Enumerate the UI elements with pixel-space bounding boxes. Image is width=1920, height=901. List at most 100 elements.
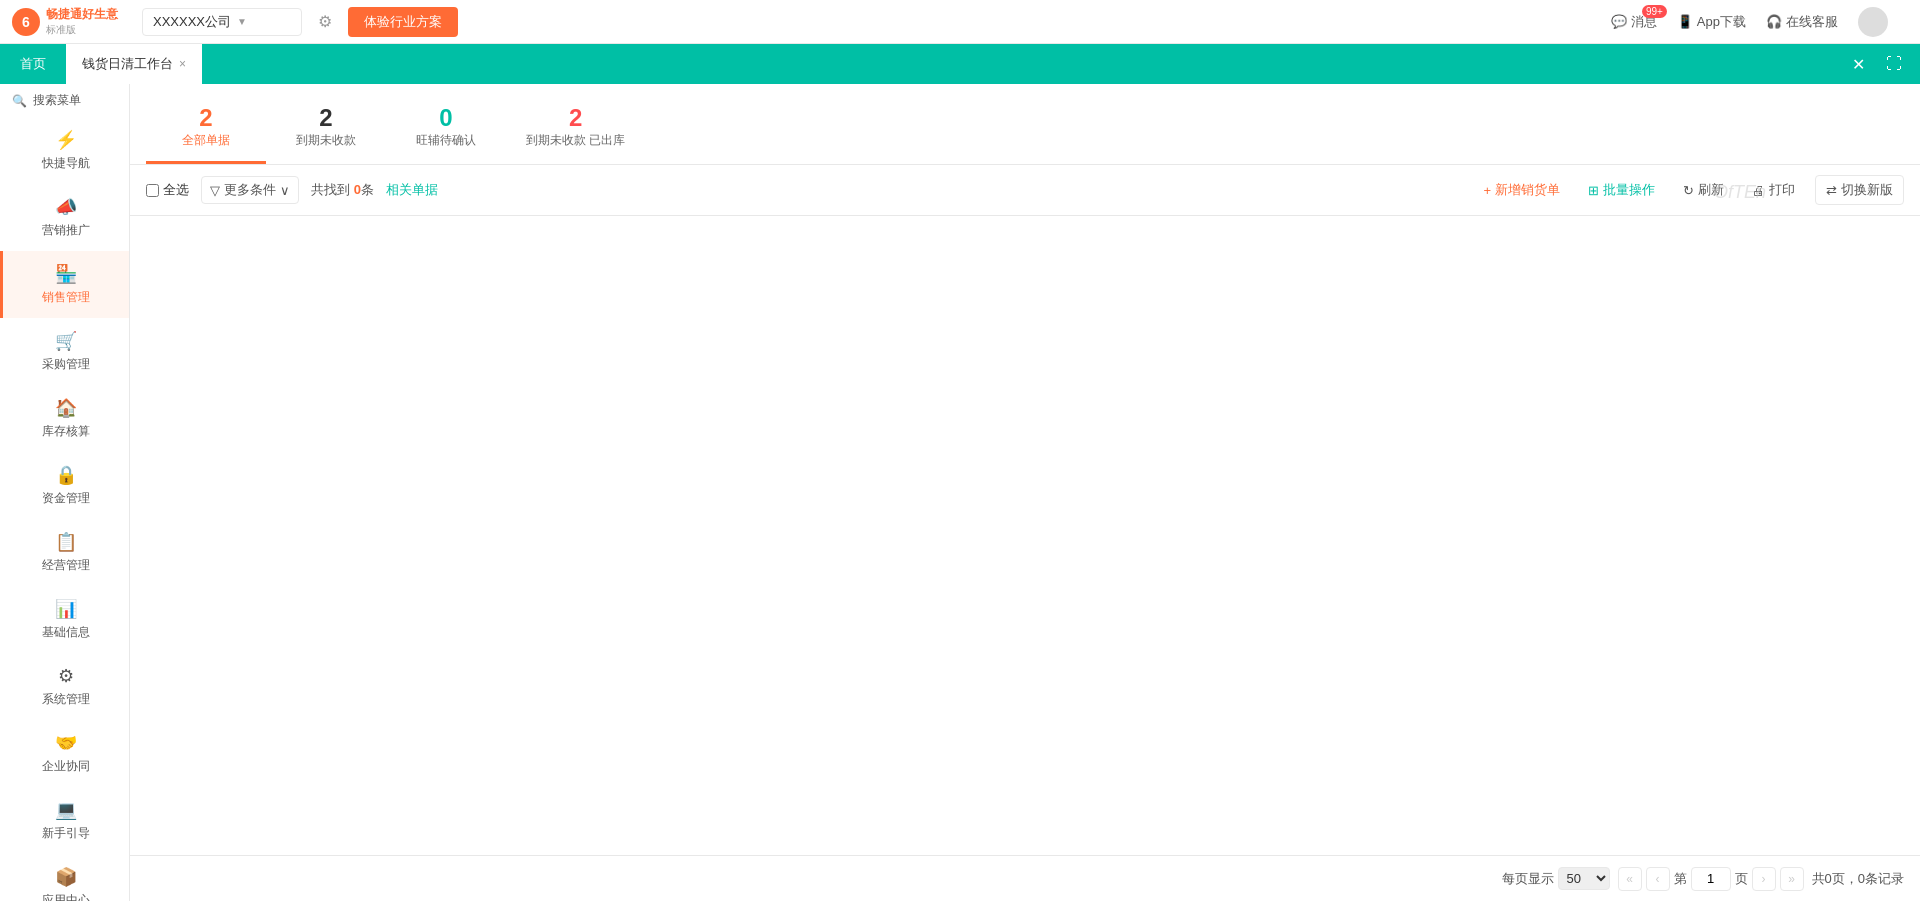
- per-page-label: 每页显示: [1502, 870, 1554, 888]
- page-suffix: 页: [1735, 870, 1748, 888]
- guide-icon: 💻: [55, 799, 77, 821]
- page-nav: « ‹ 第 页 › »: [1618, 867, 1804, 891]
- page-size-select: 每页显示 50 100 200: [1502, 867, 1610, 890]
- stat-tab-overdue[interactable]: 2 到期未收款: [266, 96, 386, 164]
- gear-icon: ⚙: [318, 12, 332, 31]
- service-icon: 🎧: [1766, 14, 1782, 29]
- sidebar-item-sales[interactable]: 🏪 销售管理: [0, 251, 129, 318]
- logo-area: 6 畅捷通好生意 标准版: [12, 7, 142, 36]
- filter-dropdown-icon: ∨: [280, 183, 290, 198]
- sidebar-label-marketing: 营销推广: [42, 222, 90, 239]
- found-count: 0: [354, 182, 361, 197]
- sidebar-item-app-center[interactable]: 📦 应用中心: [0, 854, 129, 901]
- sidebar-item-purchase[interactable]: 🛒 采购管理: [0, 318, 129, 385]
- sidebar-label-sales: 销售管理: [42, 289, 90, 306]
- refresh-icon: ↻: [1683, 183, 1694, 198]
- tab-maximize-button[interactable]: ⛶: [1880, 50, 1908, 78]
- top-header: 6 畅捷通好生意 标准版 XXXXXX公司 ▼ ⚙ 体验行业方案 💬 消息 99…: [0, 0, 1920, 44]
- system-icon: ⚙: [55, 665, 77, 687]
- tab-bar: 首页 钱货日清工作台 × ✕ ⛶: [0, 44, 1920, 84]
- page-prefix: 第: [1674, 870, 1687, 888]
- tab-label: 钱货日清工作台: [82, 55, 173, 73]
- tab-qianghuo[interactable]: 钱货日清工作台 ×: [66, 44, 202, 84]
- purchase-icon: 🛒: [55, 330, 77, 352]
- page-input[interactable]: [1691, 867, 1731, 891]
- tab-close-window-button[interactable]: ✕: [1844, 50, 1872, 78]
- sidebar-label-system: 系统管理: [42, 691, 90, 708]
- sidebar-item-base-info[interactable]: 📊 基础信息: [0, 586, 129, 653]
- stat-tab-overdue-out[interactable]: 2 到期未收款 已出库: [506, 96, 645, 164]
- sidebar-search[interactable]: 🔍 搜索菜单: [0, 84, 129, 117]
- switch-version-button[interactable]: ⇄ 切换新版: [1815, 175, 1904, 205]
- settings-gear-button[interactable]: ⚙: [310, 7, 340, 37]
- marketing-icon: 📣: [55, 196, 77, 218]
- related-link[interactable]: 相关单据: [386, 181, 438, 199]
- filter-button[interactable]: ▽ 更多条件 ∨: [201, 176, 299, 204]
- sidebar-label-quick-nav: 快捷导航: [42, 155, 90, 172]
- next-page-button[interactable]: ›: [1752, 867, 1776, 891]
- add-order-button[interactable]: + 新增销货单: [1475, 177, 1568, 203]
- sidebar-label-base-info: 基础信息: [42, 624, 90, 641]
- company-select[interactable]: XXXXXX公司 ▼: [142, 8, 302, 36]
- logo-icon: 6: [12, 8, 40, 36]
- stat-count-all: 2: [166, 104, 246, 132]
- search-icon: 🔍: [12, 94, 27, 108]
- sidebar-item-enterprise[interactable]: 🤝 企业协同: [0, 720, 129, 787]
- stat-tab-wangpu[interactable]: 0 旺辅待确认: [386, 96, 506, 164]
- enterprise-icon: 🤝: [55, 732, 77, 754]
- prev-page-button[interactable]: ‹: [1646, 867, 1670, 891]
- app-download-button[interactable]: 📱 App下载: [1677, 13, 1746, 31]
- stat-label-overdue-out: 到期未收款 已出库: [526, 132, 625, 149]
- total-info: 共0页，0条记录: [1812, 870, 1904, 888]
- last-page-button[interactable]: »: [1780, 867, 1804, 891]
- first-page-button[interactable]: «: [1618, 867, 1642, 891]
- refresh-button[interactable]: ↻ 刷新: [1675, 177, 1732, 203]
- stat-count-overdue: 2: [286, 104, 366, 132]
- stat-label-overdue: 到期未收款: [286, 132, 366, 149]
- sidebar-item-inventory[interactable]: 🏠 库存核算: [0, 385, 129, 452]
- table-area: [130, 216, 1920, 855]
- sales-icon: 🏪: [55, 263, 77, 285]
- batch-icon: ⊞: [1588, 183, 1599, 198]
- tab-home[interactable]: 首页: [0, 44, 66, 84]
- switch-label: 切换新版: [1841, 181, 1893, 199]
- trial-button[interactable]: 体验行业方案: [348, 7, 458, 37]
- toolbar-left: 全选 ▽ 更多条件 ∨ 共找到 0条 相关单据: [146, 176, 1463, 204]
- sidebar: 🔍 搜索菜单 ⚡ 快捷导航 📣 营销推广 🏪 销售管理 🛒 采购管理 🏠 库存核…: [0, 84, 130, 901]
- select-all-label: 全选: [163, 181, 189, 199]
- message-icon: 💬: [1611, 14, 1627, 29]
- select-all-input[interactable]: [146, 184, 159, 197]
- download-icon: 📱: [1677, 14, 1693, 29]
- found-text: 共找到 0条: [311, 181, 374, 199]
- message-badge: 99+: [1642, 5, 1667, 18]
- filter-icon: ▽: [210, 183, 220, 198]
- operations-icon: 📋: [55, 531, 77, 553]
- sidebar-item-system[interactable]: ⚙ 系统管理: [0, 653, 129, 720]
- logo-main: 畅捷通好生意: [46, 7, 118, 23]
- switch-icon: ⇄: [1826, 183, 1837, 198]
- finance-icon: 🔒: [55, 464, 77, 486]
- batch-button[interactable]: ⊞ 批量操作: [1580, 177, 1663, 203]
- app-download-label: App下载: [1697, 13, 1746, 31]
- online-service-button[interactable]: 🎧 在线客服: [1766, 13, 1838, 31]
- per-page-dropdown[interactable]: 50 100 200: [1558, 867, 1610, 890]
- print-button[interactable]: 🖨 打印: [1744, 177, 1803, 203]
- logo-text: 畅捷通好生意 标准版: [46, 7, 118, 36]
- message-button[interactable]: 💬 消息 99+: [1611, 13, 1657, 31]
- online-service-label: 在线客服: [1786, 13, 1838, 31]
- sidebar-item-marketing[interactable]: 📣 营销推广: [0, 184, 129, 251]
- stats-tabs: 2 全部单据 2 到期未收款 0 旺辅待确认 2 到期未收款 已出库: [130, 84, 1920, 165]
- sidebar-label-app-center: 应用中心: [42, 892, 90, 901]
- sidebar-item-finance[interactable]: 🔒 资金管理: [0, 452, 129, 519]
- sidebar-item-guide[interactable]: 💻 新手引导: [0, 787, 129, 854]
- company-name: XXXXXX公司: [153, 13, 231, 31]
- avatar[interactable]: [1858, 7, 1888, 37]
- stat-tab-all[interactable]: 2 全部单据: [146, 96, 266, 164]
- base-info-icon: 📊: [55, 598, 77, 620]
- select-all-checkbox[interactable]: 全选: [146, 181, 189, 199]
- sidebar-item-quick-nav[interactable]: ⚡ 快捷导航: [0, 117, 129, 184]
- tab-close-icon[interactable]: ×: [179, 57, 186, 71]
- logo-sub: 标准版: [46, 23, 118, 36]
- sidebar-item-operations[interactable]: 📋 经营管理: [0, 519, 129, 586]
- app-center-icon: 📦: [55, 866, 77, 888]
